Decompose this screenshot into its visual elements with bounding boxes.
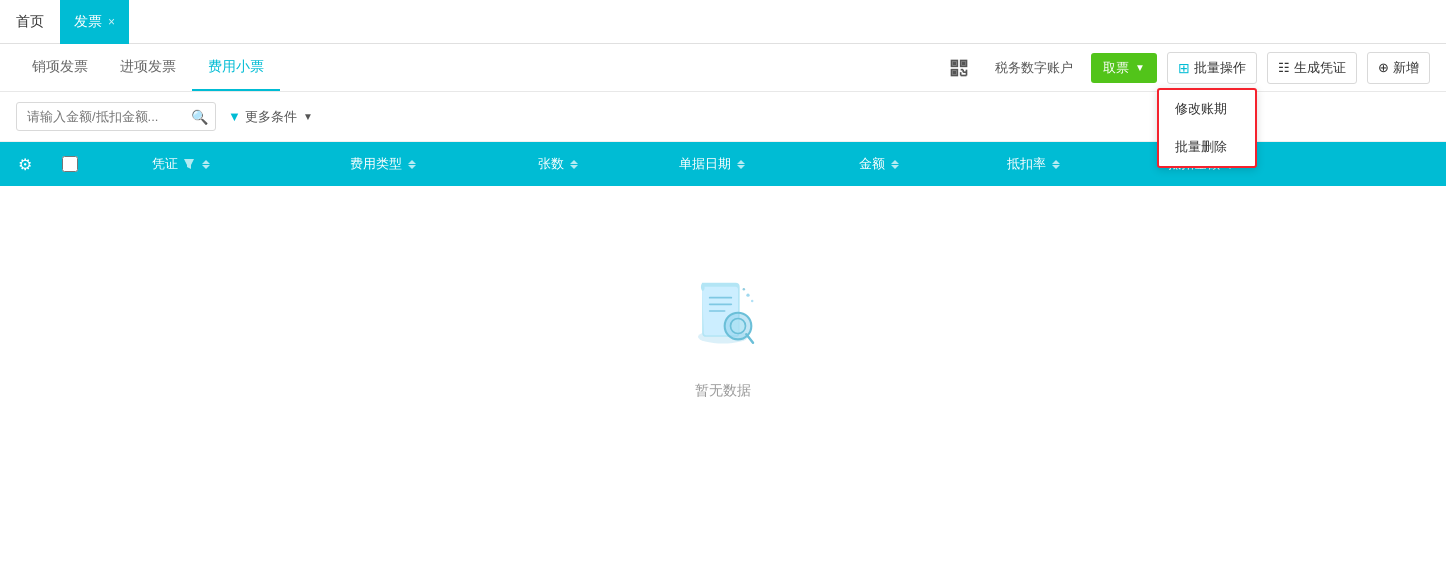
th-expense-type-sort: [408, 160, 416, 169]
gen-voucher-button[interactable]: ☷ 生成凭证: [1267, 52, 1357, 84]
search-wrap: 🔍: [16, 102, 216, 131]
sort-down-icon: [737, 165, 745, 169]
th-voucher-filter-icon: [182, 157, 196, 171]
svg-rect-4: [962, 62, 965, 64]
svg-rect-3: [953, 62, 956, 64]
sort-up-icon: [891, 160, 899, 164]
th-voucher-label: 凭证: [152, 155, 178, 173]
th-voucher-sort: [202, 160, 210, 169]
batch-op-button[interactable]: ⊞ 批量操作: [1167, 52, 1257, 84]
th-amount[interactable]: 金额: [803, 155, 957, 173]
tax-digital-button[interactable]: 税务数字账户: [987, 55, 1081, 81]
tab-expense-label: 费用小票: [208, 58, 264, 76]
tab-purchase[interactable]: 进项发票: [104, 44, 192, 91]
add-new-label: 新增: [1393, 59, 1419, 77]
sub-tabs-bar: 销项发票 进项发票 费用小票: [0, 44, 1446, 92]
tab-sales[interactable]: 销项发票: [16, 44, 104, 91]
th-count[interactable]: 张数: [495, 155, 621, 173]
th-amount-label: 金额: [859, 155, 885, 173]
select-all-checkbox[interactable]: [62, 156, 78, 172]
gen-voucher-icon: ☷: [1278, 60, 1290, 75]
gen-voucher-label: 生成凭证: [1294, 59, 1346, 77]
th-date-label: 单据日期: [679, 155, 731, 173]
more-conditions-arrow: ▼: [303, 111, 313, 122]
tab-expense[interactable]: 费用小票: [192, 44, 280, 91]
sort-up-icon: [408, 160, 416, 164]
tax-digital-label: 税务数字账户: [995, 60, 1073, 75]
batch-delete-item[interactable]: 批量删除: [1159, 128, 1255, 166]
sort-up-icon: [570, 160, 578, 164]
th-deduct-rate[interactable]: 抵扣率: [956, 155, 1110, 173]
qr-icon: [949, 58, 969, 78]
svg-marker-12: [184, 159, 194, 169]
settings-gear-icon[interactable]: ⚙: [18, 155, 32, 174]
th-count-sort: [570, 160, 578, 169]
filter-icon: ▼: [228, 109, 241, 124]
batch-op-dropdown: 修改账期 批量删除: [1157, 88, 1257, 168]
sort-down-icon: [891, 165, 899, 169]
content-area: 销项发票 进项发票 费用小票: [0, 44, 1446, 584]
batch-op-container: ⊞ 批量操作 修改账期 批量删除: [1167, 52, 1257, 84]
svg-point-20: [746, 294, 749, 297]
take-ticket-label: 取票: [1103, 59, 1129, 77]
th-deduct-rate-sort: [1052, 160, 1060, 169]
th-checkbox[interactable]: [50, 156, 90, 172]
svg-point-22: [743, 288, 746, 291]
add-new-icon: ⊕: [1378, 60, 1389, 75]
toolbar-right: 税务数字账户 取票 ▼ ⊞ 批量操作 修改账期 批量删除: [941, 52, 1430, 84]
batch-delete-label: 批量删除: [1175, 139, 1227, 154]
th-expense-type[interactable]: 费用类型: [272, 155, 495, 173]
take-ticket-button[interactable]: 取票 ▼: [1091, 53, 1157, 83]
add-new-button[interactable]: ⊕ 新增: [1367, 52, 1430, 84]
sort-up-icon: [202, 160, 210, 164]
take-ticket-arrow: ▼: [1135, 62, 1145, 73]
sort-down-icon: [570, 165, 578, 169]
modify-period-item[interactable]: 修改账期: [1159, 90, 1255, 128]
invoice-tab[interactable]: 发票 ×: [60, 0, 129, 44]
batch-op-label: 批量操作: [1194, 59, 1246, 77]
empty-state: 暂无数据: [0, 186, 1446, 440]
top-nav: 首页 发票 ×: [0, 0, 1446, 44]
empty-state-text: 暂无数据: [695, 382, 751, 400]
modify-period-label: 修改账期: [1175, 101, 1227, 116]
tab-sales-label: 销项发票: [32, 58, 88, 76]
sort-down-icon: [408, 165, 416, 169]
sort-up-icon: [1052, 160, 1060, 164]
invoice-tab-label: 发票: [74, 13, 102, 31]
sort-down-icon: [202, 165, 210, 169]
th-deduct-rate-label: 抵扣率: [1007, 155, 1046, 173]
svg-rect-5: [953, 71, 956, 74]
search-icon[interactable]: 🔍: [191, 109, 208, 125]
th-date-sort: [737, 160, 745, 169]
more-conditions-label: 更多条件: [245, 108, 297, 126]
tab-purchase-label: 进项发票: [120, 58, 176, 76]
close-tab-icon[interactable]: ×: [108, 15, 115, 29]
th-amount-sort: [891, 160, 899, 169]
batch-op-icon: ⊞: [1178, 60, 1190, 76]
svg-point-21: [751, 300, 754, 303]
sort-down-icon: [1052, 165, 1060, 169]
th-expense-type-label: 费用类型: [350, 155, 402, 173]
th-date[interactable]: 单据日期: [621, 155, 803, 173]
more-conditions-button[interactable]: ▼ 更多条件 ▼: [228, 108, 313, 126]
sub-tabs-left: 销项发票 进项发票 费用小票: [16, 44, 280, 91]
svg-line-19: [746, 334, 753, 342]
qr-code-button[interactable]: [941, 54, 977, 82]
th-voucher[interactable]: 凭证: [90, 155, 272, 173]
sort-up-icon: [737, 160, 745, 164]
svg-point-18: [731, 319, 746, 334]
home-tab[interactable]: 首页: [0, 13, 60, 31]
empty-state-icon: [673, 266, 773, 366]
th-settings[interactable]: ⚙: [0, 155, 50, 174]
th-count-label: 张数: [538, 155, 564, 173]
search-input[interactable]: [16, 102, 216, 131]
